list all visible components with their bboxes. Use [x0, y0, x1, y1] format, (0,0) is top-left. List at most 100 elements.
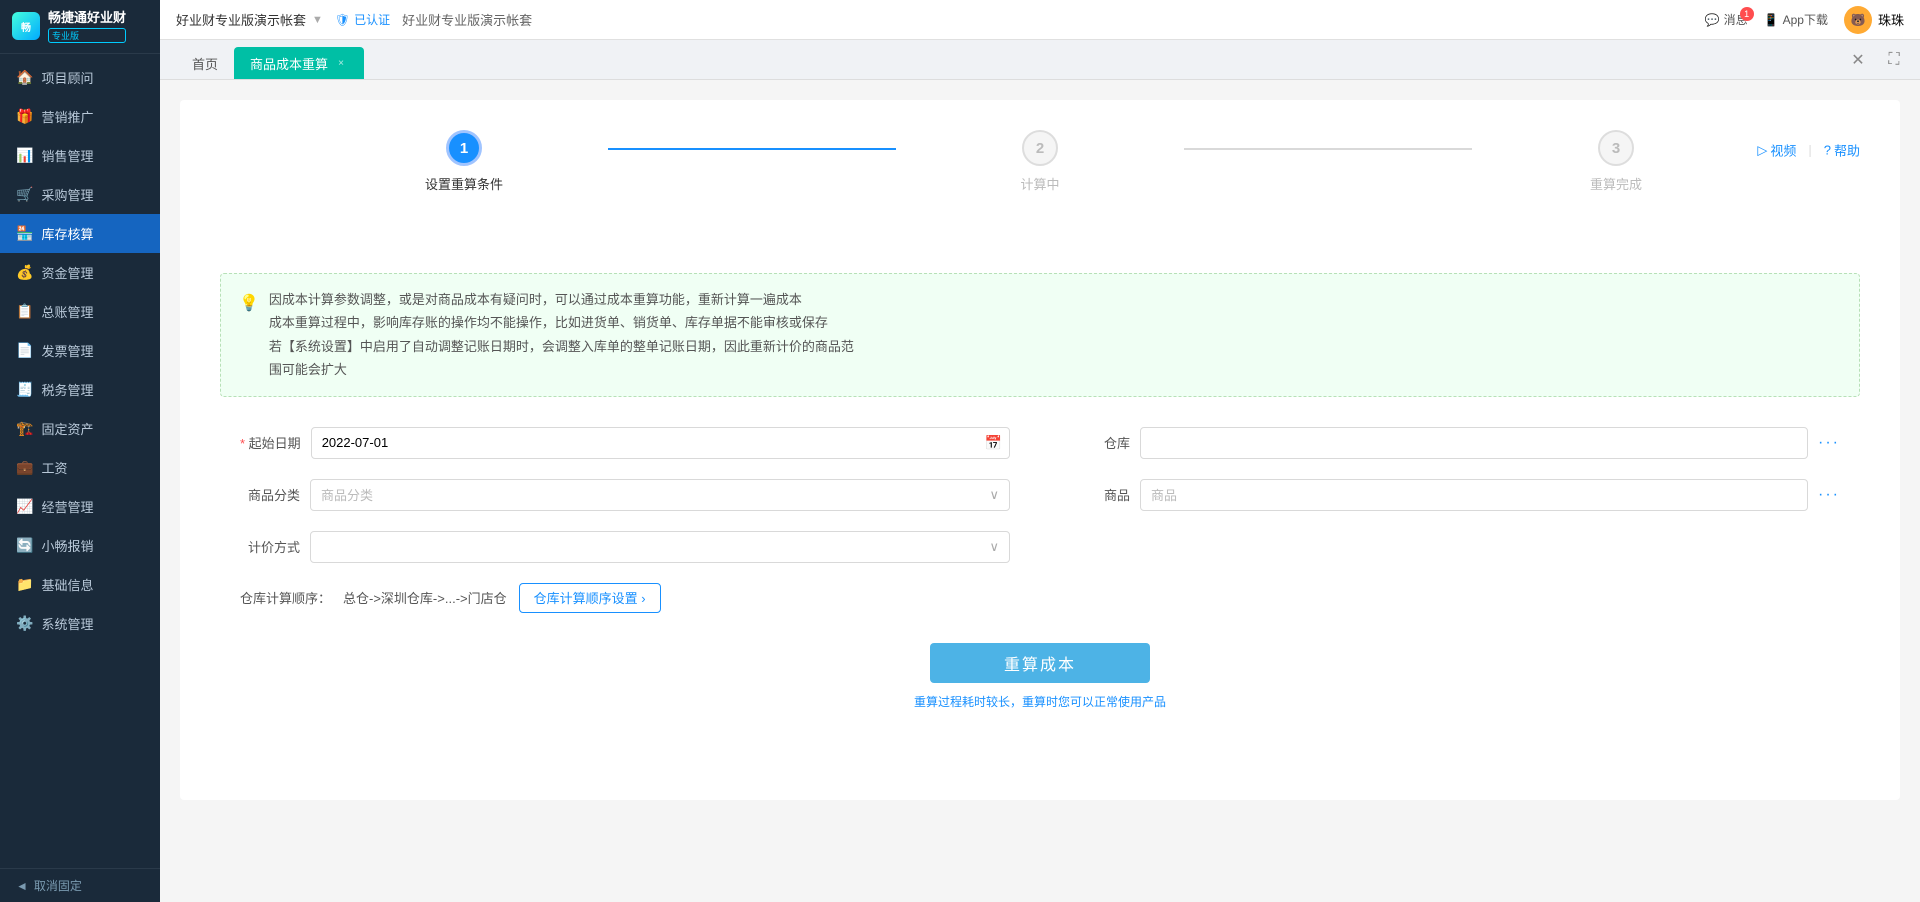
sidebar-item-basic[interactable]: 📁 基础信息 — [0, 565, 160, 604]
sidebar-item-inventory[interactable]: 🏪 库存核算 — [0, 214, 160, 253]
sidebar-unpin[interactable]: ◄ 取消固定 — [0, 868, 160, 902]
verified-text: 已认证 — [354, 11, 390, 28]
warehouse-more-icon[interactable]: ··· — [1818, 434, 1840, 452]
notice-line-2: 成本重算过程中，影响库存账的操作均不能操作，比如进货单、销货单、库存单据不能审核… — [269, 311, 854, 334]
stepper-section: 1 设置重算条件 2 计算中 — [220, 130, 1860, 253]
close-window-button[interactable]: ✕ — [1844, 46, 1872, 74]
account-selector[interactable]: 好业财专业版演示帐套 ▼ — [176, 10, 323, 29]
step-2-number: 2 — [1036, 140, 1044, 157]
company-name: 好业财专业版演示帐套 — [402, 10, 532, 29]
goods-placeholder: 商品 — [1151, 485, 1177, 504]
video-label: 视频 — [1770, 141, 1796, 160]
goods-row: 商品 商品 ··· — [1070, 479, 1840, 511]
sidebar-item-purchase[interactable]: 🛒 采购管理 — [0, 175, 160, 214]
sidebar-item-label: 营销推广 — [41, 107, 93, 126]
inventory-icon: 🏪 — [16, 225, 33, 242]
warehouse-order-settings-button[interactable]: 仓库计算顺序设置 › — [519, 583, 661, 613]
goods-label: 商品 — [1070, 485, 1130, 504]
divider: | — [1808, 143, 1811, 158]
step-3: 3 重算完成 — [1472, 130, 1760, 193]
operation-icon: 📈 — [16, 498, 33, 515]
sidebar-item-label: 基础信息 — [41, 575, 93, 594]
step-connector-1 — [608, 148, 896, 150]
sidebar-item-label: 销售管理 — [41, 146, 93, 165]
dropdown-arrow-icon: ▼ — [312, 14, 323, 26]
phone-icon: 📱 — [1764, 13, 1779, 27]
expand-icon: ⛶ — [1888, 51, 1899, 69]
sidebar-item-operation[interactable]: 📈 经营管理 — [0, 487, 160, 526]
tabbar: 首页 商品成本重算 × ✕ ⛶ — [160, 40, 1920, 80]
step-1-label: 设置重算条件 — [425, 174, 503, 193]
basic-icon: 📁 — [16, 576, 33, 593]
sidebar-item-label: 小畅报销 — [41, 536, 93, 555]
tax-icon: 🧾 — [16, 381, 33, 398]
warehouse-input[interactable] — [1140, 427, 1808, 459]
sidebar-item-label: 资金管理 — [41, 263, 93, 282]
purchase-icon: 🛒 — [16, 186, 33, 203]
step-3-label: 重算完成 — [1590, 174, 1642, 193]
avatar: 🐻 — [1844, 6, 1872, 34]
goods-more-icon[interactable]: ··· — [1818, 486, 1840, 504]
tab-close-icon[interactable]: × — [334, 56, 348, 70]
unpin-icon: ◄ — [16, 879, 28, 893]
sidebar-item-system[interactable]: ⚙️ 系统管理 — [0, 604, 160, 643]
help-links: ▷ 视频 | ? 帮助 — [1757, 141, 1860, 160]
tab-cost-recalc[interactable]: 商品成本重算 × — [234, 47, 364, 79]
sidebar-item-finance[interactable]: 💰 资金管理 — [0, 253, 160, 292]
invoice-icon: 📄 — [16, 342, 33, 359]
sidebar-item-label: 系统管理 — [41, 614, 93, 633]
help-link[interactable]: ? 帮助 — [1824, 141, 1860, 160]
pricing-label: 计价方式 — [240, 537, 300, 556]
warehouse-order-value: 总仓->深圳仓库->...->门店仓 — [343, 588, 507, 607]
expense-icon: 🔄 — [16, 537, 33, 554]
start-date-row: 起始日期 📅 — [240, 427, 1010, 459]
recalc-hint: 重算过程耗时较长，重算时您可以正常使用产品 — [914, 693, 1166, 710]
category-row: 商品分类 商品分类 ∨ — [240, 479, 1010, 511]
sidebar-item-invoice[interactable]: 📄 发票管理 — [0, 331, 160, 370]
sidebar-item-label: 税务管理 — [41, 380, 93, 399]
sidebar-item-tax[interactable]: 🧾 税务管理 — [0, 370, 160, 409]
sidebar-item-salary[interactable]: 💼 工资 — [0, 448, 160, 487]
sidebar-item-label: 发票管理 — [41, 341, 93, 360]
warehouse-row: 仓库 ··· — [1070, 427, 1840, 459]
pricing-row: 计价方式 ∨ — [240, 531, 1010, 563]
sidebar-item-label: 工资 — [41, 458, 67, 477]
sidebar-item-project[interactable]: 🏠 项目顾问 — [0, 58, 160, 97]
tab-home[interactable]: 首页 — [176, 47, 234, 79]
step-1-circle: 1 — [446, 130, 482, 166]
pricing-select[interactable]: ∨ — [310, 531, 1010, 563]
stepper: 1 设置重算条件 2 计算中 — [220, 130, 1860, 223]
calendar-icon[interactable]: 📅 — [985, 434, 1002, 451]
sidebar-item-label: 采购管理 — [41, 185, 93, 204]
video-link[interactable]: ▷ 视频 — [1757, 141, 1796, 160]
sidebar-item-accounting[interactable]: 📋 总账管理 — [0, 292, 160, 331]
sidebar-item-label: 固定资产 — [41, 419, 93, 438]
sidebar-item-sales[interactable]: 📊 销售管理 — [0, 136, 160, 175]
main-area: 好业财专业版演示帐套 ▼ 🛡 已认证 好业财专业版演示帐套 💬 消息 1 📱 A… — [160, 0, 1920, 902]
step-connector-2 — [1184, 148, 1472, 150]
category-select[interactable]: 商品分类 ∨ — [310, 479, 1010, 511]
start-date-input[interactable] — [311, 427, 1010, 459]
step-2: 2 计算中 — [896, 130, 1184, 193]
sidebar-item-label: 库存核算 — [41, 224, 93, 243]
sidebar-item-assets[interactable]: 🏗️ 固定资产 — [0, 409, 160, 448]
notice-box: 💡 因成本计算参数调整，或是对商品成本有疑问时，可以通过成本重算功能，重新计算一… — [220, 273, 1860, 397]
notice-line-1: 因成本计算参数调整，或是对商品成本有疑问时，可以通过成本重算功能，重新计算一遍成… — [269, 288, 854, 311]
avatar-bear-icon: 🐻 — [1851, 13, 1866, 27]
start-date-label: 起始日期 — [240, 433, 301, 452]
goods-input[interactable]: 商品 — [1140, 479, 1808, 511]
warehouse-label: 仓库 — [1070, 433, 1130, 452]
expand-window-button[interactable]: ⛶ — [1880, 46, 1908, 74]
message-button[interactable]: 💬 消息 1 — [1705, 11, 1748, 28]
topbar-right: 💬 消息 1 📱 App下载 🐻 珠珠 — [1705, 6, 1904, 34]
main-card: 1 设置重算条件 2 计算中 — [180, 100, 1900, 800]
sidebar-item-expense[interactable]: 🔄 小畅报销 — [0, 526, 160, 565]
user-menu[interactable]: 🐻 珠珠 — [1844, 6, 1904, 34]
sidebar-item-marketing[interactable]: 🎁 营销推广 — [0, 97, 160, 136]
app-download-button[interactable]: 📱 App下载 — [1764, 11, 1828, 28]
assets-icon: 🏗️ — [16, 420, 33, 437]
shield-icon: 🛡 — [335, 13, 350, 27]
warehouse-order-prefix: 仓库计算顺序： — [240, 588, 331, 607]
recalc-button[interactable]: 重算成本 — [930, 643, 1150, 683]
step-1: 1 设置重算条件 — [320, 130, 608, 193]
